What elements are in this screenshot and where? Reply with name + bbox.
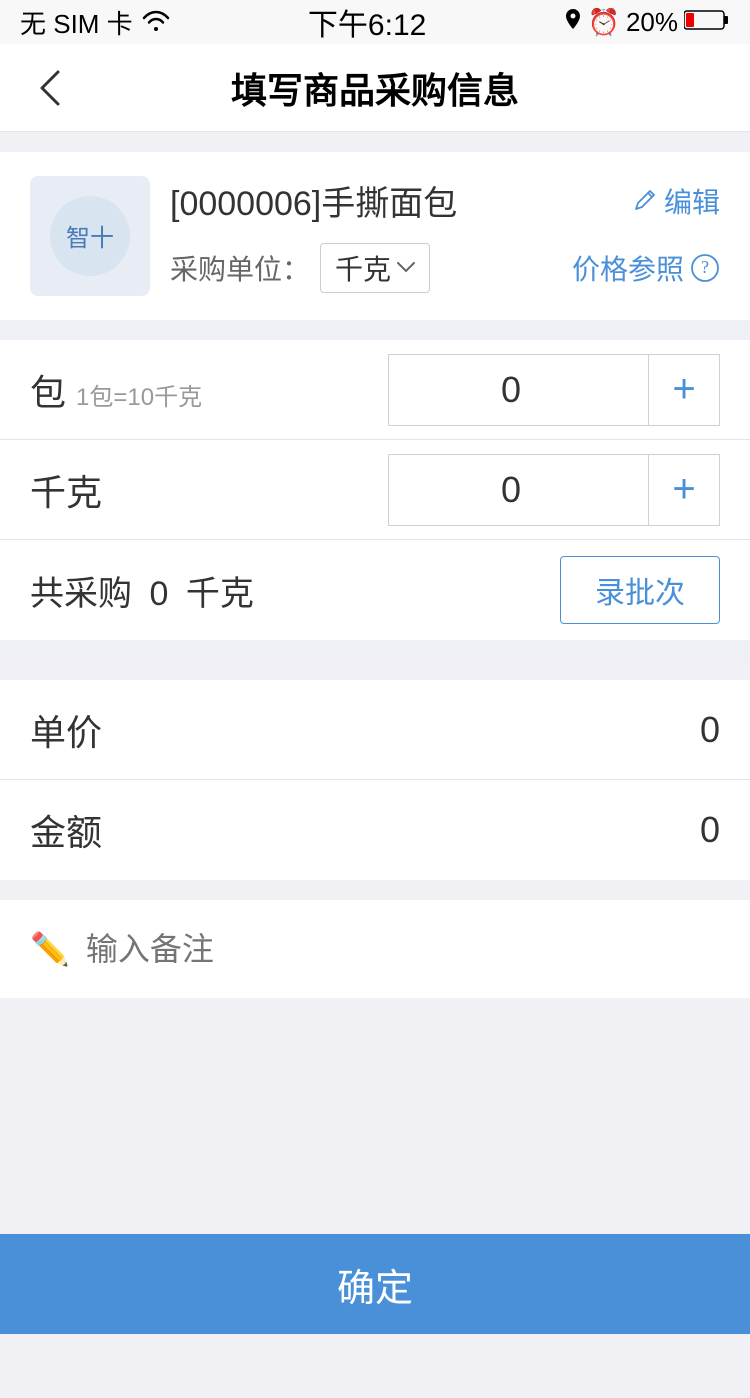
bag-label: 包 1包=10千克 [30, 364, 202, 416]
product-card: 智十 [0000006]手撕面包 编辑 采购单位： 千克 [0, 152, 750, 320]
battery-text: 20% [626, 7, 678, 38]
amount-value: 0 [700, 809, 720, 851]
unit-price-row: 单价 0 [0, 680, 750, 780]
price-info-section: 单价 0 金额 0 [0, 680, 750, 880]
product-image: 智十 [30, 176, 150, 296]
price-ref-link[interactable]: 价格参照 ? [572, 248, 720, 288]
bag-input[interactable] [388, 354, 648, 426]
status-bar: 无 SIM 卡 下午6:12 ⏰ 20% [0, 0, 750, 44]
unit-dropdown[interactable]: 千克 [320, 243, 430, 293]
status-left: 无 SIM 卡 [20, 4, 171, 41]
status-right: ⏰ 20% [564, 7, 730, 38]
amount-label: 金额 [30, 804, 102, 856]
pencil-icon: ✏️ [30, 930, 70, 968]
input-section: 包 1包=10千克 + 千克 + 共采购 [0, 340, 750, 640]
section-divider-1 [0, 320, 750, 340]
back-button[interactable] [20, 58, 80, 118]
bag-plus-button[interactable]: + [648, 354, 720, 426]
kg-input-row: 千克 + [0, 440, 750, 540]
nav-title: 填写商品采购信息 [231, 62, 519, 114]
section-divider-2 [0, 640, 750, 660]
bag-input-row: 包 1包=10千克 + [0, 340, 750, 440]
carrier-text: 无 SIM 卡 [20, 4, 133, 41]
total-row: 共采购 0 千克 录批次 [0, 540, 750, 640]
batch-button[interactable]: 录批次 [560, 556, 720, 624]
svg-text:智十: 智十 [66, 225, 114, 252]
kg-plus-button[interactable]: + [648, 454, 720, 526]
product-name-row: [0000006]手撕面包 编辑 [170, 176, 720, 225]
notes-section: ✏️ [0, 900, 750, 998]
battery-icon [684, 7, 730, 38]
kg-input[interactable] [388, 454, 648, 526]
kg-input-right: + [388, 454, 720, 526]
kg-label: 千克 [30, 464, 102, 516]
purchase-unit-row: 采购单位： 千克 价格参照 ? [170, 243, 720, 293]
product-name: [0000006]手撕面包 [170, 176, 457, 225]
product-info: [0000006]手撕面包 编辑 采购单位： 千克 [170, 176, 720, 293]
unit-price-value: 0 [700, 709, 720, 751]
status-time: 下午6:12 [308, 0, 426, 44]
purchase-unit-left: 采购单位： 千克 [170, 243, 430, 293]
unit-price-label: 单价 [30, 704, 102, 756]
unit-label: 采购单位： [170, 248, 310, 288]
svg-text:?: ? [701, 257, 709, 277]
wifi-icon [141, 7, 171, 38]
confirm-button[interactable]: 确定 [0, 1234, 750, 1334]
notes-input[interactable] [86, 931, 720, 968]
bag-input-right: + [388, 354, 720, 426]
amount-row: 金额 0 [0, 780, 750, 880]
total-text: 共采购 0 千克 [30, 566, 254, 615]
alarm-icon: ⏰ [588, 7, 620, 38]
nav-bar: 填写商品采购信息 [0, 44, 750, 132]
edit-link[interactable]: 编辑 [632, 181, 720, 221]
location-icon [564, 7, 582, 38]
